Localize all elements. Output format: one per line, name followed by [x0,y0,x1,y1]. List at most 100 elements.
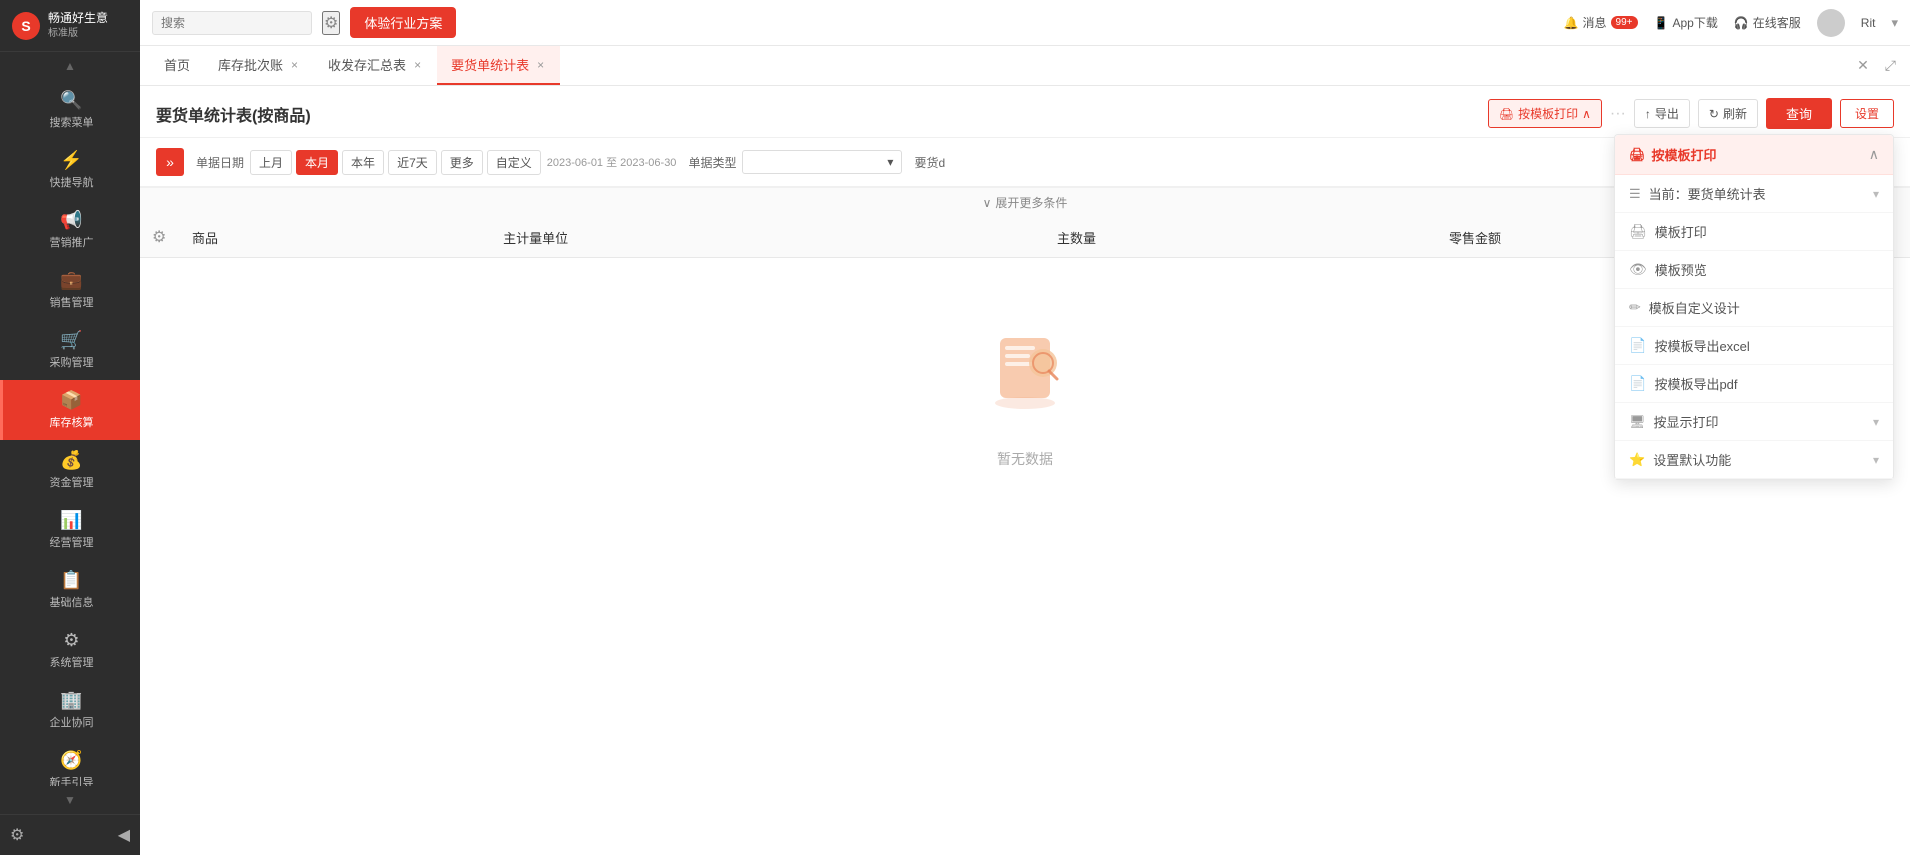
tab-collection-label: 收发存汇总表 [328,55,406,74]
dropdown-default-func[interactable]: ⭐ 设置默认功能 ▾ [1615,441,1893,479]
sidebar-item-search[interactable]: 🔍 搜索菜单 [0,80,140,140]
sidebar-menu-button[interactable]: ◀ [118,825,130,845]
tab-order-stats[interactable]: 要货单统计表 × [437,46,560,85]
print-arrow-icon: ∧ [1582,107,1591,121]
dropdown-close-button[interactable]: ∧ [1869,146,1879,163]
expand-icon: ∨ [983,196,992,210]
dropdown-display-print[interactable]: 🖥 按显示打印 ▾ [1615,403,1893,441]
dropdown-template-design[interactable]: ✏ 模板自定义设计 [1615,289,1893,327]
notification-item[interactable]: 🔔 消息 99+ [1564,14,1638,31]
page-container: 要货单统计表(按商品) 🖨 按模板打印 ∧ ··· ↑ 导出 [140,86,1910,855]
online-service-item[interactable]: 🎧 在线客服 [1734,14,1801,31]
print-dropdown-menu: 🖨 按模板打印 ∧ ☰ 当前：要货单统计表 ▾ [1614,134,1894,480]
tab-home-label: 首页 [164,55,190,74]
sidebar-item-sales[interactable]: 💼 销售管理 [0,260,140,320]
dropdown-arrow-icon[interactable]: ▾ [1891,15,1898,31]
sidebar-scroll-top[interactable]: ▲ [0,52,140,80]
sidebar-item-shortcut[interactable]: ⚡ 快捷导航 [0,140,140,200]
marketing-icon: 📢 [60,210,82,231]
tab-collection[interactable]: 收发存汇总表 × [314,46,437,85]
export-button[interactable]: ↑ 导出 [1634,99,1690,128]
trial-button[interactable]: 体验行业方案 [350,7,456,38]
tab-collection-close[interactable]: × [412,58,423,72]
default-func-arrow: ▾ [1873,453,1879,467]
default-func-left: ⭐ 设置默认功能 [1629,450,1731,469]
date-btn-custom[interactable]: 自定义 [487,150,541,175]
notification-label: 消息 [1583,14,1607,31]
tab-batch-close[interactable]: × [289,58,300,72]
sidebar-item-finance[interactable]: 💰 资金管理 [0,440,140,500]
main-area: ⚙ 体验行业方案 🔔 消息 99+ 📱 App下载 🎧 在线客服 Rit ▾ 首 [140,0,1910,855]
date-btn-last-month[interactable]: 上月 [250,150,292,175]
sidebar-item-corp[interactable]: 🏢 企业协同 [0,680,140,740]
operation-icon: 📊 [60,510,82,531]
current-template-arrow: ▾ [1873,187,1879,201]
dropdown-export-excel[interactable]: 📄 按模板导出excel [1615,327,1893,365]
empty-illustration [975,318,1075,418]
notification-badge: 99+ [1611,16,1638,29]
display-print-left: 🖥 按显示打印 [1629,412,1719,431]
dropdown-export-pdf[interactable]: 📄 按模板导出pdf [1615,365,1893,403]
tabbar: 首页 库存批次账 × 收发存汇总表 × 要货单统计表 × ✕ ⤢ [140,46,1910,86]
table-header-goods: 商品 [180,217,491,258]
template-preview-icon: 👁 [1629,261,1647,278]
sidebar-item-purchase[interactable]: 🛒 采购管理 [0,320,140,380]
inventory-icon: 📦 [60,390,82,411]
logo-text: 畅通好生意 标准版 [48,11,108,40]
refresh-button[interactable]: ↻ 刷新 [1698,99,1758,128]
tab-home[interactable]: 首页 [150,46,204,85]
app-download-item[interactable]: 📱 App下载 [1654,14,1718,31]
date-btn-7days[interactable]: 近7天 [388,150,437,175]
display-print-icon: 🖥 [1629,414,1646,430]
purchase-icon: 🛒 [60,330,82,351]
dropdown-current-template[interactable]: ☰ 当前：要货单统计表 ▾ [1615,175,1893,213]
date-btn-this-month[interactable]: 本月 [296,150,338,175]
sidebar-item-inventory[interactable]: 📦 库存核算 [0,380,140,440]
toolbar-more-icon[interactable]: ··· [1610,105,1626,123]
sidebar-bottom: ⚙ ◀ [0,814,140,855]
empty-text: 暂无数据 [997,449,1053,469]
sidebar-settings-button[interactable]: ⚙ [10,825,24,845]
sidebar-item-operation[interactable]: 📊 经营管理 [0,500,140,560]
date-filter: 上月 本月 本年 近7天 更多 自定义 [250,150,541,175]
tab-order-stats-close[interactable]: × [535,58,546,72]
sidebar-nav: 🔍 搜索菜单 ⚡ 快捷导航 📢 营销推广 💼 销售管理 🛒 采购管理 📦 库存核… [0,80,140,786]
sidebar-item-basic[interactable]: 📋 基础信息 [0,560,140,620]
filter-expand-button[interactable]: » [156,148,184,176]
table-settings-icon[interactable]: ⚙ [152,229,166,246]
current-template-icon: ☰ [1629,186,1641,202]
setting-button[interactable]: 设置 [1840,99,1894,128]
page-actions: 🖨 按模板打印 ∧ ··· ↑ 导出 ↻ 刷新 查询 [1488,98,1894,129]
date-btn-this-year[interactable]: 本年 [342,150,384,175]
sidebar-item-guide[interactable]: 🧭 新手引导 [0,740,140,786]
topbar-gear-button[interactable]: ⚙ [322,11,340,35]
expand-more-button[interactable]: ∨ 展开更多条件 [983,194,1068,211]
template-print-icon: 🖨 [1629,223,1647,240]
topbar: ⚙ 体验行业方案 🔔 消息 99+ 📱 App下载 🎧 在线客服 Rit ▾ [140,0,1910,46]
scroll-up-button[interactable]: ▲ [0,56,140,76]
topbar-search-input[interactable] [152,11,312,35]
scroll-down-button[interactable]: ▼ [0,790,140,810]
system-icon: ⚙ [63,630,79,651]
template-design-icon: ✏ [1629,299,1641,316]
tab-batch-label: 库存批次账 [218,55,283,74]
dropdown-template-print[interactable]: 🖨 模板打印 [1615,213,1893,251]
maximize-window-button[interactable]: ⤢ [1879,55,1902,76]
date-filter-label: 单据日期 [196,154,244,171]
table-header-settings: ⚙ [140,217,180,258]
sidebar-scroll-bottom[interactable]: ▼ [0,786,140,814]
sidebar-item-system[interactable]: ⚙ 系统管理 [0,620,140,680]
tab-order-stats-label: 要货单统计表 [451,55,529,74]
logo-icon: S [12,12,40,40]
basic-icon: 📋 [60,570,82,591]
order-type-select[interactable]: ▾ [742,150,902,174]
dropdown-template-preview[interactable]: 👁 模板预览 [1615,251,1893,289]
close-window-button[interactable]: ✕ [1851,55,1875,76]
refresh-icon: ↻ [1709,107,1719,121]
print-template-button[interactable]: 🖨 按模板打印 ∧ [1488,99,1602,128]
tab-batch[interactable]: 库存批次账 × [204,46,314,85]
query-button[interactable]: 查询 [1766,98,1832,129]
sidebar-item-marketing[interactable]: 📢 营销推广 [0,200,140,260]
username: Rit [1861,16,1876,30]
date-btn-more[interactable]: 更多 [441,150,483,175]
